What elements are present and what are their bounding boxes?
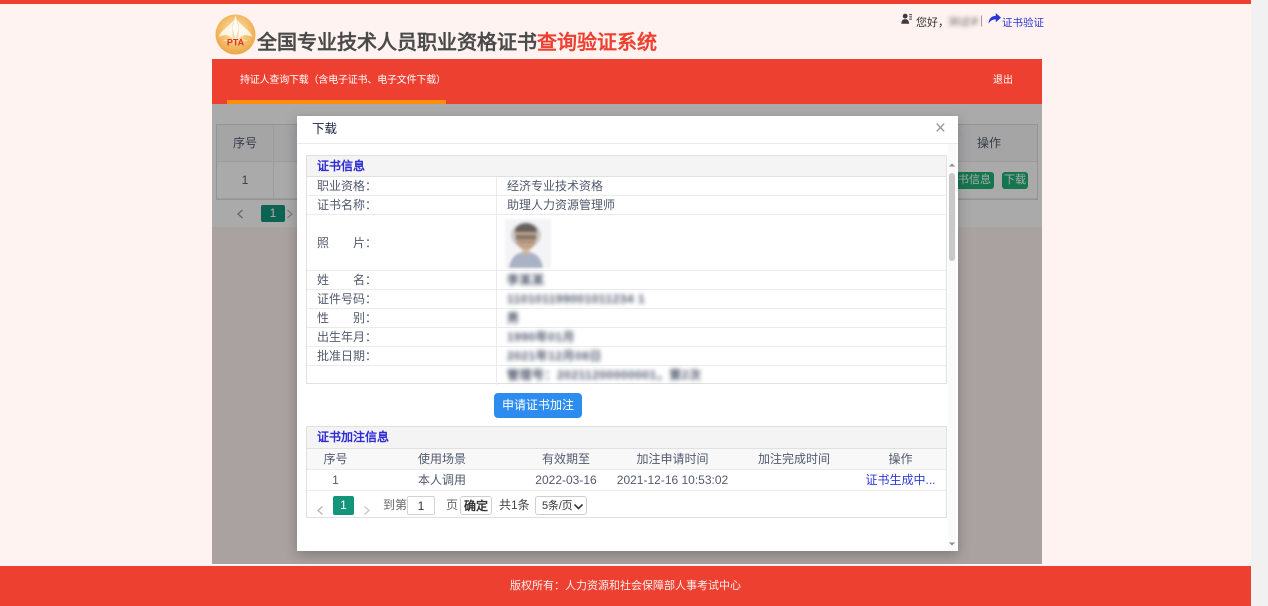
svg-text:PTA: PTA: [227, 38, 245, 48]
